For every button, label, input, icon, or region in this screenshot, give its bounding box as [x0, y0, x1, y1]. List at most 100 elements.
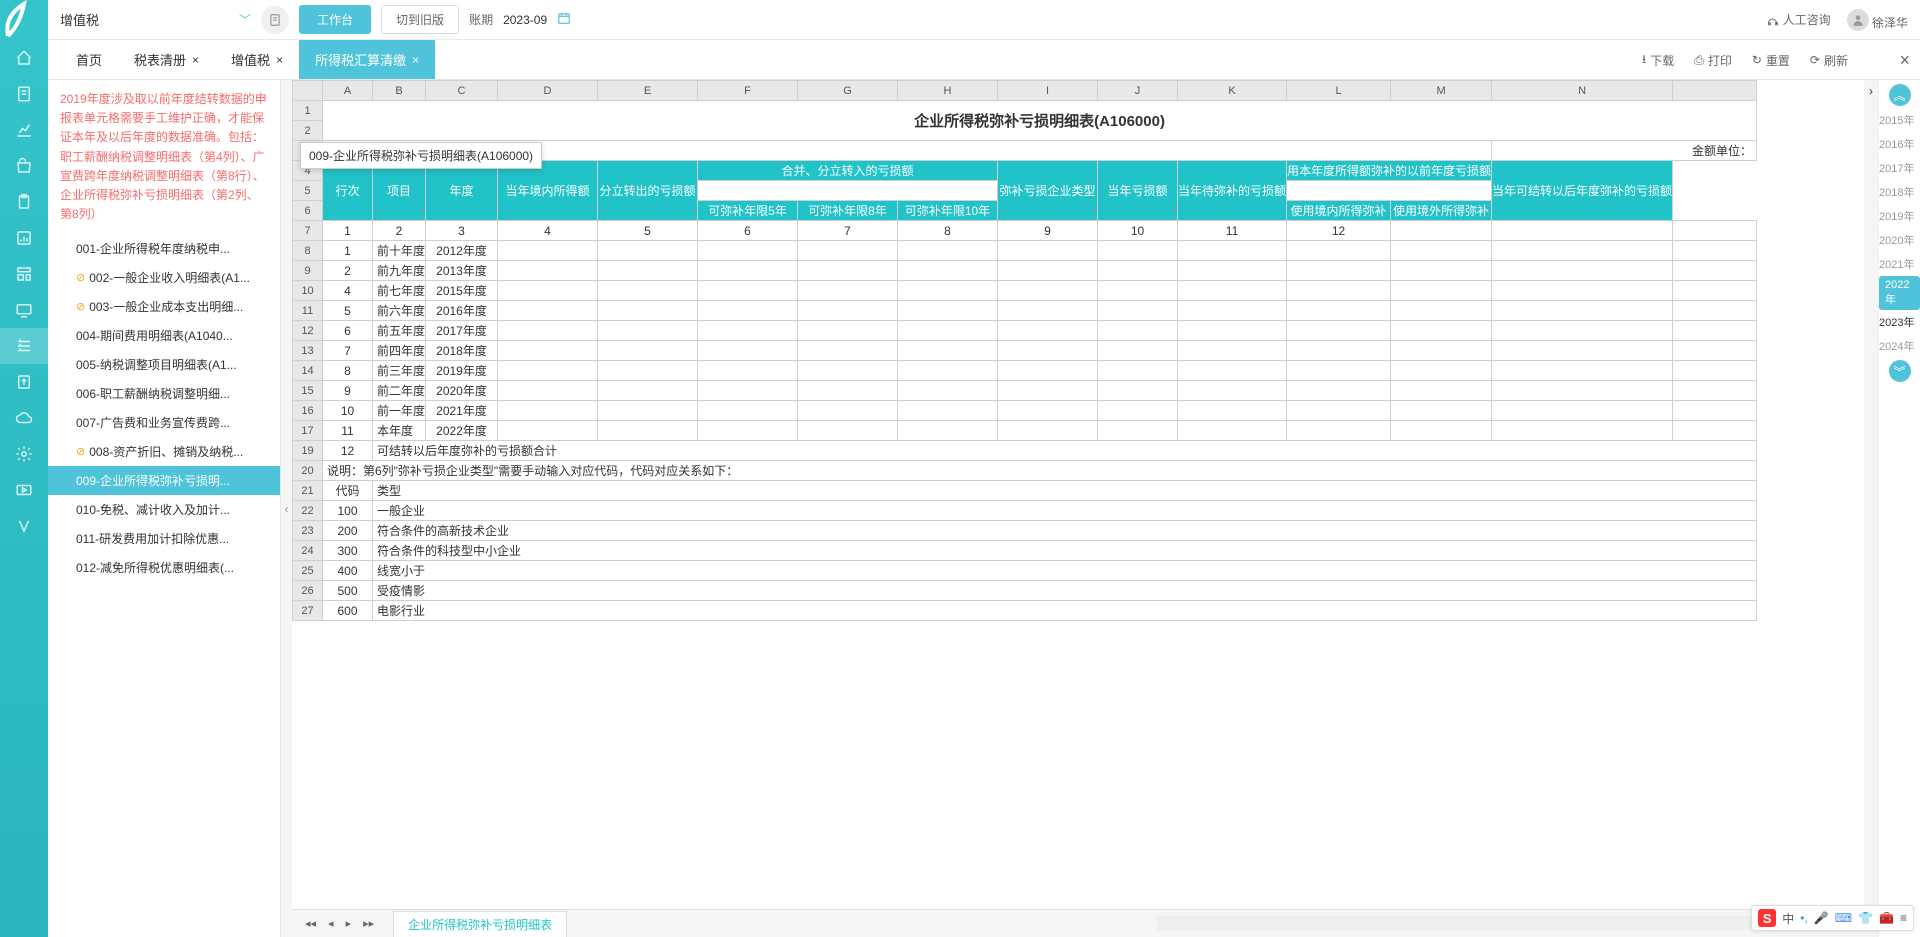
tree-item-012[interactable]: 012-减免所得税优惠明细表(...: [48, 553, 280, 582]
warning-icon: ⊘: [76, 300, 85, 313]
tree-item-010[interactable]: 010-免税、减计收入及加计...: [48, 495, 280, 524]
calendar-icon[interactable]: [557, 11, 571, 28]
sheet-nav-prev[interactable]: ◂: [323, 915, 339, 932]
tree-item-004[interactable]: 004-期间费用明细表(A1040...: [48, 321, 280, 350]
tree-item-007[interactable]: 007-广告费和业务宣传费跨...: [48, 408, 280, 437]
print-button[interactable]: ⎙ 打印: [1694, 52, 1732, 69]
tab-income-tax[interactable]: 所得税汇算清缴×: [299, 40, 435, 79]
warning-icon: ⊘: [76, 445, 85, 458]
download-button[interactable]: ⭳ 下载: [1642, 50, 1674, 71]
tree-item-label: 004-期间费用明细表(A1040...: [76, 327, 233, 344]
collapse-tree-button[interactable]: ‹: [280, 80, 292, 937]
year-item[interactable]: 2020年: [1879, 228, 1920, 252]
ime-keyboard-icon[interactable]: ⌨: [1835, 911, 1852, 925]
nav-tax-icon[interactable]: [0, 328, 48, 364]
ime-toolbox-icon[interactable]: 🧰: [1879, 911, 1894, 925]
year-item[interactable]: 2024年: [1879, 334, 1920, 358]
period-label: 账期: [469, 11, 493, 28]
tree-item-label: 011-研发费用加计扣除优惠...: [76, 530, 229, 547]
sheet-nav-last[interactable]: ▸▸: [358, 915, 379, 932]
ime-toolbar[interactable]: S 中 •, 🎤 ⌨ 👕 🧰 ≡: [1751, 905, 1914, 931]
nav-home-icon[interactable]: [0, 40, 48, 76]
year-up-button[interactable]: ︽: [1889, 84, 1911, 106]
year-down-button[interactable]: ︾: [1889, 360, 1911, 382]
warning-icon: ⊘: [76, 271, 85, 284]
top-header: 增值税 ﹀ 工作台 切到旧版 账期 2023-09 人工咨询 徐泽华: [48, 0, 1920, 40]
tree-item-label: 008-资产折旧、摊销及纳税...: [89, 443, 243, 460]
tree-item-002[interactable]: ⊘ 002-一般企业收入明细表(A1...: [48, 263, 280, 292]
year-selector-strip: ︽ 2015年2016年2017年2018年2019年2020年2021年202…: [1878, 80, 1920, 937]
tree-item-005[interactable]: 005-纳税调整项目明细表(A1...: [48, 350, 280, 379]
year-item[interactable]: 2017年: [1879, 156, 1920, 180]
year-item[interactable]: 2022年: [1879, 276, 1920, 310]
tree-item-label: 003-一般企业成本支出明细...: [89, 298, 243, 315]
app-logo: [0, 0, 48, 40]
tree-item-011[interactable]: 011-研发费用加计扣除优惠...: [48, 524, 280, 553]
left-nav-sidebar: [0, 0, 48, 937]
close-icon[interactable]: ×: [192, 53, 199, 67]
ime-punct-icon[interactable]: •,: [1800, 911, 1808, 925]
form-tree-panel: 2019年度涉及取以前年度结转数据的申报表单元格需要手工维护正确，才能保证本年及…: [48, 80, 280, 937]
tree-item-003[interactable]: ⊘ 003-一般企业成本支出明细...: [48, 292, 280, 321]
close-icon[interactable]: ×: [412, 53, 419, 67]
nav-chart-icon[interactable]: [0, 112, 48, 148]
nav-settings-icon[interactable]: [0, 436, 48, 472]
tree-item-006[interactable]: 006-职工薪酬纳税调整明细...: [48, 379, 280, 408]
consult-link[interactable]: 人工咨询: [1767, 11, 1830, 28]
tree-item-label: 006-职工薪酬纳税调整明细...: [76, 385, 230, 402]
tree-item-009[interactable]: 009-企业所得税弥补亏损明...: [48, 466, 280, 495]
sheet-nav-next[interactable]: ▸: [341, 915, 357, 932]
sheet-tabs-bar: ◂◂ ◂ ▸ ▸▸ 企业所得税弥补亏损明细表: [292, 909, 1864, 937]
period-value: 2023-09: [503, 13, 547, 27]
note-circle-button[interactable]: [261, 6, 289, 34]
tab-vat[interactable]: 增值税×: [215, 40, 299, 79]
chevron-down-icon[interactable]: ﹀: [239, 11, 251, 28]
close-icon[interactable]: ×: [276, 53, 283, 67]
sheet-tab[interactable]: 企业所得税弥补亏损明细表: [393, 911, 567, 937]
year-item[interactable]: 2021年: [1879, 252, 1920, 276]
nav-bag-icon[interactable]: [0, 148, 48, 184]
ime-lang-toggle[interactable]: 中: [1782, 910, 1794, 927]
avatar-icon: [1847, 9, 1869, 31]
nav-template-icon[interactable]: [0, 256, 48, 292]
close-all-tabs-icon[interactable]: ×: [1899, 50, 1910, 71]
tree-item-label: 010-免税、减计收入及加计...: [76, 501, 230, 518]
nav-screen-icon[interactable]: [0, 292, 48, 328]
tree-item-label: 009-企业所得税弥补亏损明...: [76, 472, 230, 489]
nav-video-icon[interactable]: [0, 472, 48, 508]
nav-v-icon[interactable]: [0, 508, 48, 544]
horizontal-scrollbar[interactable]: [1157, 916, 1836, 930]
tab-tax-list[interactable]: 税表清册×: [118, 40, 215, 79]
tree-item-label: 005-纳税调整项目明细表(A1...: [76, 356, 237, 373]
year-item[interactable]: 2018年: [1879, 180, 1920, 204]
ime-skin-icon[interactable]: 👕: [1858, 911, 1873, 925]
workspace-button[interactable]: 工作台: [299, 5, 371, 34]
tab-home[interactable]: 首页: [60, 40, 118, 79]
reset-button[interactable]: ↻ 重置: [1752, 52, 1790, 69]
tree-item-label: 007-广告费和业务宣传费跨...: [76, 414, 230, 431]
sheet-nav-first[interactable]: ◂◂: [300, 915, 321, 932]
expand-right-button[interactable]: ›: [1864, 80, 1878, 937]
user-menu[interactable]: 徐泽华: [1847, 9, 1908, 31]
nav-doc-icon[interactable]: [0, 76, 48, 112]
ime-menu-icon[interactable]: ≡: [1900, 911, 1907, 925]
year-item[interactable]: 2023年: [1879, 310, 1920, 334]
refresh-button[interactable]: ⟳ 刷新: [1810, 52, 1848, 69]
nav-clipboard-icon[interactable]: [0, 184, 48, 220]
warning-message: 2019年度涉及取以前年度结转数据的申报表单元格需要手工维护正确，才能保证本年及…: [48, 80, 280, 234]
tree-item-label: 002-一般企业收入明细表(A1...: [89, 269, 250, 286]
ime-mic-icon[interactable]: 🎤: [1814, 911, 1829, 925]
nav-cloud-icon[interactable]: [0, 400, 48, 436]
tree-item-label: 001-企业所得税年度纳税申...: [76, 240, 230, 257]
tree-item-tooltip: 009-企业所得税弥补亏损明细表(A106000): [300, 142, 542, 169]
tree-item-001[interactable]: 001-企业所得税年度纳税申...: [48, 234, 280, 263]
year-item[interactable]: 2016年: [1879, 132, 1920, 156]
sheet-toolbar: ⭳ 下载 ⎙ 打印 ↻ 重置 ⟳ 刷新: [1626, 42, 1864, 78]
nav-export-icon[interactable]: [0, 364, 48, 400]
nav-report-icon[interactable]: [0, 220, 48, 256]
year-item[interactable]: 2019年: [1879, 204, 1920, 228]
switch-old-button[interactable]: 切到旧版: [381, 5, 459, 34]
spreadsheet-grid[interactable]: ABCDEFGHIJKLMN1企业所得税弥补亏损明细表(A106000)23金额…: [292, 80, 1864, 909]
year-item[interactable]: 2015年: [1879, 108, 1920, 132]
tree-item-008[interactable]: ⊘ 008-资产折旧、摊销及纳税...: [48, 437, 280, 466]
